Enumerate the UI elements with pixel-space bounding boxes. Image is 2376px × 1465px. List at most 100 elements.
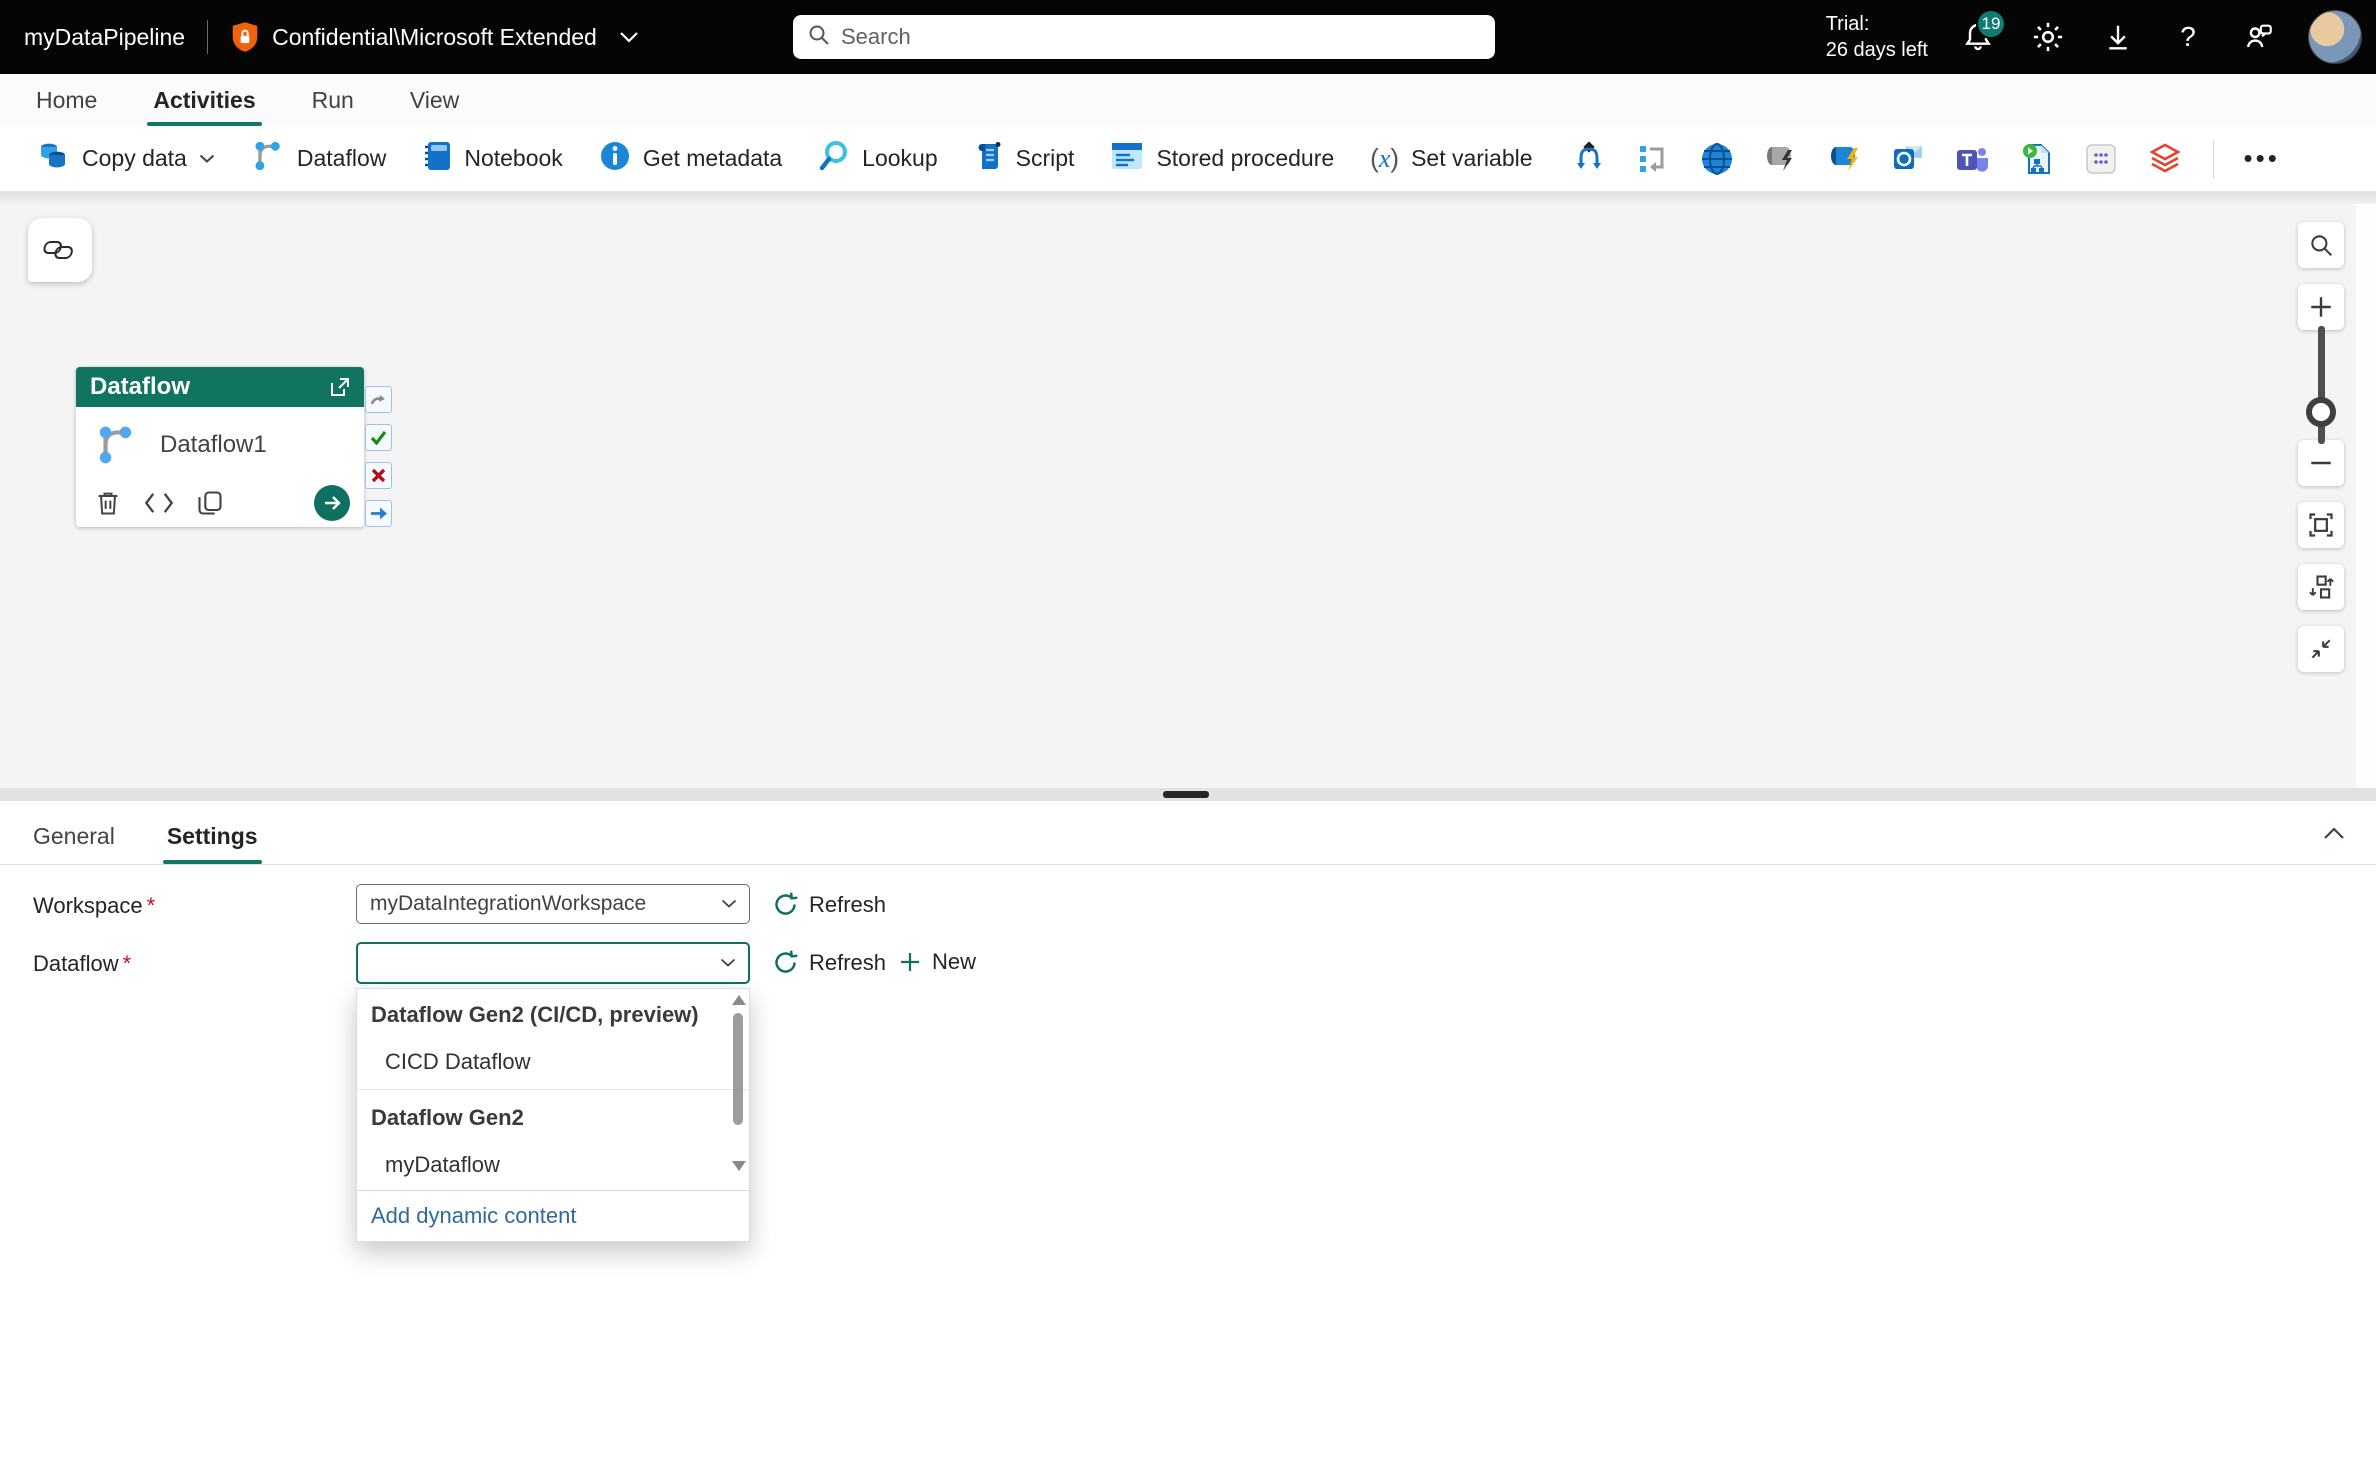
download-button[interactable] [2098,17,2138,57]
activity-card-header[interactable]: Dataflow [76,367,364,407]
splitter-drag-handle[interactable] [1163,791,1209,798]
global-search[interactable] [793,15,1495,59]
canvas-search-button[interactable] [2298,222,2344,268]
pipeline-canvas[interactable]: Dataflow Dataflow1 [0,204,2376,788]
canvas-scrollbar-track[interactable] [2356,204,2376,788]
databricks-activity-button[interactable] [2145,139,2185,179]
azure-function-activity-icon [1826,142,1864,176]
collapse-panel-button[interactable] [2316,815,2352,851]
scroll-up-arrow-icon[interactable] [732,995,746,1005]
tab-activities[interactable]: Activities [151,81,257,120]
collapse-canvas-button[interactable] [2298,626,2344,672]
code-view-icon[interactable] [144,490,174,516]
add-dynamic-content-link[interactable]: Add dynamic content [357,1190,749,1241]
stored-procedure-button[interactable]: Stored procedure [1110,141,1334,177]
panel-resize-splitter[interactable] [0,788,2376,801]
activity-card-body: Dataflow1 [76,407,364,467]
zoom-to-fit-button[interactable] [2298,502,2344,548]
new-dataflow-button[interactable]: New [898,949,976,975]
go-to-activity-button[interactable] [314,485,350,521]
workspace-dropdown-value: myDataIntegrationWorkspace [370,892,646,916]
tab-general[interactable]: General [33,823,115,864]
open-activity-icon[interactable] [328,375,352,399]
on-skip-connector[interactable] [365,386,392,413]
get-metadata-icon [599,140,631,178]
tab-run[interactable]: Run [310,81,356,120]
dropdown-group-header-gen2: Dataflow Gen2 [357,1092,749,1140]
workspace-refresh-button[interactable]: Refresh [772,891,886,918]
kql-activity-button[interactable] [2081,139,2121,179]
required-marker: * [123,951,132,976]
dataflow-activity-button[interactable]: Dataflow [251,139,386,179]
tab-view[interactable]: View [408,81,461,120]
workspace-dropdown[interactable]: myDataIntegrationWorkspace [356,884,750,924]
zoom-in-icon [2308,294,2334,320]
copy-data-button[interactable]: Copy data [36,139,215,179]
get-metadata-button[interactable]: Get metadata [599,140,782,178]
webhook-activity-button[interactable] [1761,139,1801,179]
on-completion-connector[interactable] [365,500,392,527]
zoom-in-button[interactable] [2298,284,2344,330]
dropdown-option-cicd-dataflow[interactable]: CICD Dataflow [357,1037,749,1087]
notifications-button[interactable]: 19 [1958,17,1998,57]
duplicate-activity-icon[interactable] [196,489,224,517]
lookup-button[interactable]: Lookup [818,140,937,178]
copilot-button[interactable] [28,218,92,282]
zoom-out-button[interactable] [2298,440,2344,486]
activity-properties-panel: General Settings Workspace* myDataIntegr… [0,801,2376,1465]
notebook-button[interactable]: Notebook [422,140,562,178]
settings-button[interactable] [2028,17,2068,57]
notebook-label: Notebook [464,145,562,172]
on-success-connector[interactable] [365,424,392,451]
dropdown-divider [357,1089,749,1090]
zoom-slider-track[interactable] [2318,326,2325,444]
scrollbar-thumb[interactable] [733,1013,743,1125]
delete-activity-icon[interactable] [94,489,122,517]
invoke-pipeline-activity-icon [2021,142,2053,176]
properties-tab-bar: General Settings [0,801,2376,865]
set-variable-label: Set variable [1411,145,1532,172]
success-check-icon [370,430,387,445]
copy-data-icon [36,139,70,179]
script-icon [974,140,1004,178]
invoke-pipeline-activity-button[interactable] [2017,139,2057,179]
refresh-icon [772,891,799,918]
toolbar-divider [2213,140,2214,178]
foreach-activity-button[interactable] [1633,139,1673,179]
canvas-zoom-controls [2286,222,2356,672]
on-fail-connector[interactable] [365,462,392,489]
dataflow-activity-card[interactable]: Dataflow Dataflow1 [76,367,364,527]
dropdown-scroll-area: Dataflow Gen2 (CI/CD, preview) CICD Data… [357,989,749,1190]
auto-align-button[interactable] [2298,564,2344,610]
web-activity-button[interactable] [1697,139,1737,179]
script-button[interactable]: Script [974,140,1075,178]
feedback-button[interactable] [2238,17,2278,57]
workspace-field-label: Workspace* [33,893,155,919]
sensitivity-label-selector[interactable]: Confidential\Microsoft Extended [230,21,639,53]
dropdown-scrollbar[interactable] [731,995,745,1171]
help-button[interactable]: ? [2168,17,2208,57]
scroll-down-arrow-icon[interactable] [732,1161,746,1171]
azure-function-activity-button[interactable] [1825,139,1865,179]
workspace-dropdown-chevron-icon [721,899,737,909]
dropdown-option-mydataflow[interactable]: myDataflow [357,1140,749,1190]
dataflow-label: Dataflow [297,145,386,172]
user-avatar[interactable] [2308,10,2362,64]
toolbar-more-button[interactable]: ••• [2234,143,2290,174]
switch-activity-button[interactable] [1569,139,1609,179]
activity-card-actions [76,467,364,521]
sensitivity-chevron-down-icon [619,31,639,43]
refresh-icon [772,949,799,976]
set-variable-button[interactable]: (x) Set variable [1370,143,1532,174]
dataflow-dropdown[interactable] [356,942,750,984]
outlook-activity-button[interactable] [1889,139,1929,179]
search-input[interactable] [841,24,1481,50]
zoom-slider-handle[interactable] [2306,397,2336,427]
dataflow-refresh-button[interactable]: Refresh [772,949,886,976]
teams-activity-button[interactable] [1953,139,1993,179]
stored-procedure-label: Stored procedure [1156,145,1334,172]
plus-icon [898,950,922,974]
tab-home[interactable]: Home [34,81,99,120]
tab-settings[interactable]: Settings [167,823,258,864]
chevron-up-icon [2323,826,2345,840]
